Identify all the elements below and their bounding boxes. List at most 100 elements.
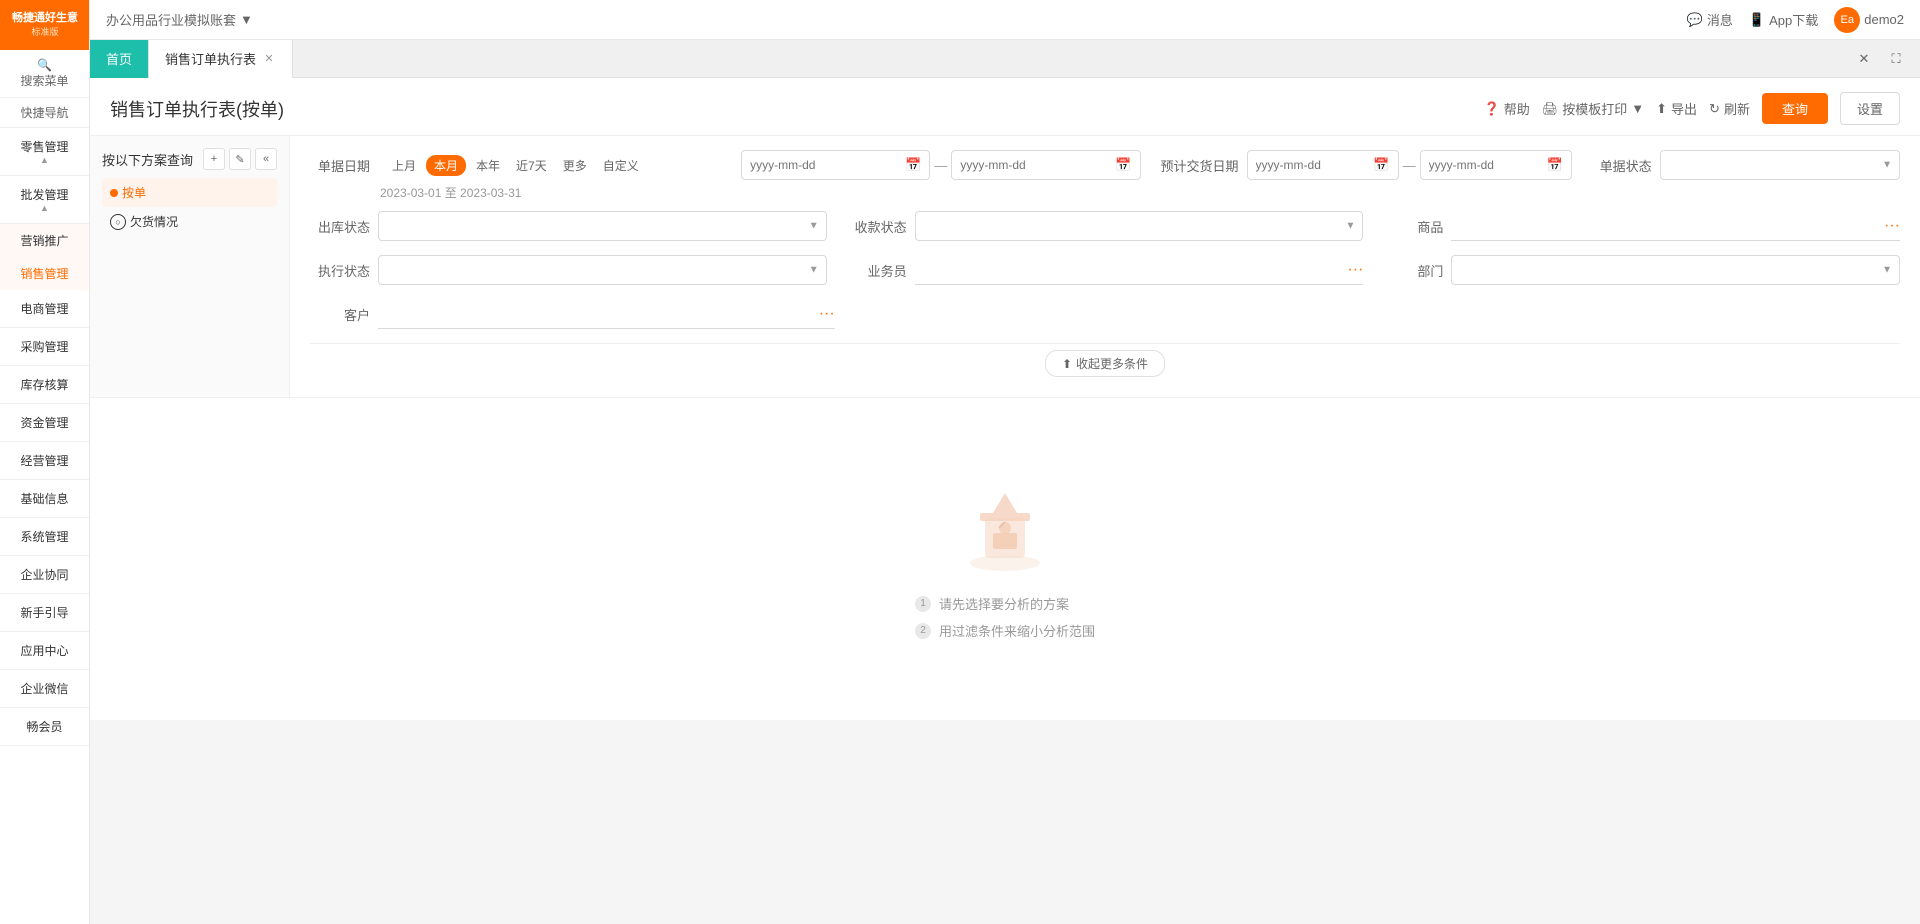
date-end-input[interactable]: 📅 xyxy=(951,150,1140,180)
sidebar-quick-nav[interactable]: 快捷导航 xyxy=(0,98,89,128)
filter-scheme-item-owegoods[interactable]: ○ 欠货情况 xyxy=(102,207,277,236)
collapse-scheme-button[interactable]: « xyxy=(255,148,277,170)
date-tab-lastmonth[interactable]: 上月 xyxy=(386,155,422,176)
filter-field-expected-date: 预计交货日期 📅 — 📅 xyxy=(1161,150,1572,180)
filter-field-out-status: 出库状态 ▼ xyxy=(310,211,827,241)
sidebar-item-enterprise[interactable]: 企业协同 xyxy=(0,556,89,594)
date-start-input[interactable]: 📅 xyxy=(741,150,930,180)
sidebar-item-inventory[interactable]: 库存核算 xyxy=(0,366,89,404)
user-profile[interactable]: Ea demo2 xyxy=(1834,7,1904,33)
single-status-select[interactable] xyxy=(1660,150,1900,180)
content-inner: 销售订单执行表(按单) ❓ 帮助 🖨 按模板打印 ▼ ⬆ 导出 xyxy=(90,78,1920,720)
sidebar-item-newbie[interactable]: 新手引导 xyxy=(0,594,89,632)
salesperson-dots-button[interactable]: ··· xyxy=(1347,261,1363,279)
refresh-button[interactable]: ↻ 刷新 xyxy=(1709,99,1750,118)
sidebar-item-marketing[interactable]: 营销推广 xyxy=(0,224,89,257)
print-button[interactable]: 🖨 按模板打印 ▼ xyxy=(1542,99,1644,118)
sidebar-item-wechat[interactable]: 企业微信 xyxy=(0,670,89,708)
exec-status-select[interactable] xyxy=(378,255,827,285)
goods-label: 商品 xyxy=(1383,217,1443,236)
sidebar-item-wholesale[interactable]: 批发管理 ▲ xyxy=(0,176,89,224)
content-area: 销售订单执行表(按单) ❓ 帮助 🖨 按模板打印 ▼ ⬆ 导出 xyxy=(90,78,1920,924)
empty-illustration xyxy=(955,478,1055,578)
app-download-button[interactable]: 📱 App下载 xyxy=(1749,10,1818,29)
sidebar-item-operations[interactable]: 经营管理 xyxy=(0,442,89,480)
collapse-up-icon: ⬆ xyxy=(1062,357,1072,371)
sidebar-item-label: 库存核算 xyxy=(20,378,68,392)
scheme-label: 欠货情况 xyxy=(130,213,178,230)
date-tab-last7[interactable]: 近7天 xyxy=(510,155,553,176)
filter-field-exec-status: 执行状态 ▼ xyxy=(310,255,827,285)
filter-scheme-label: 按以下方案查询 xyxy=(102,150,193,169)
filter-area: 按以下方案查询 + ✎ « 按单 ○ 欠货情况 xyxy=(90,136,1920,398)
export-icon: ⬆ xyxy=(1656,101,1667,117)
date-tab-more[interactable]: 更多 xyxy=(557,155,593,176)
date-end-field[interactable] xyxy=(960,158,1111,172)
salesperson-label: 业务员 xyxy=(847,261,907,280)
date-tab-thismonth[interactable]: 本月 xyxy=(426,155,466,176)
sidebar-item-label: 批发管理 xyxy=(20,186,68,203)
sidebar-item-label: 资金管理 xyxy=(20,416,68,430)
edit-scheme-button[interactable]: ✎ xyxy=(229,148,251,170)
filter-left-icons: + ✎ « xyxy=(203,148,277,170)
filter-field-collect-status: 收款状态 ▼ xyxy=(847,211,1364,241)
tab-close-all-button[interactable]: ✕ xyxy=(1852,47,1876,71)
sidebar-item-finance[interactable]: 资金管理 xyxy=(0,404,89,442)
filter-row-3: 执行状态 ▼ 业务员 ··· xyxy=(310,255,1900,285)
collect-status-select[interactable] xyxy=(915,211,1364,241)
sidebar-item-sales[interactable]: 销售管理 xyxy=(0,257,89,290)
sidebar-item-appstore[interactable]: 应用中心 xyxy=(0,632,89,670)
tab-sales-order[interactable]: 销售订单执行表 ✕ xyxy=(149,40,293,78)
tab-close-icon[interactable]: ✕ xyxy=(262,52,276,66)
filter-collapse-area: ⬆ 收起更多条件 xyxy=(310,343,1900,383)
calendar-expected-end-icon: 📅 xyxy=(1546,157,1562,173)
sidebar-item-system[interactable]: 系统管理 xyxy=(0,518,89,556)
sidebar-item-label: 应用中心 xyxy=(20,644,68,658)
sidebar-item-retail[interactable]: 零售管理 ▲ xyxy=(0,128,89,176)
help-button[interactable]: ❓ 帮助 xyxy=(1484,99,1530,118)
sidebar-item-basic[interactable]: 基础信息 xyxy=(0,480,89,518)
message-label: 消息 xyxy=(1707,10,1733,29)
sidebar-item-purchase[interactable]: 采购管理 xyxy=(0,328,89,366)
export-button[interactable]: ⬆ 导出 xyxy=(1656,99,1697,118)
sidebar-search[interactable]: 🔍 搜索菜单 xyxy=(0,50,89,98)
message-icon: 💬 xyxy=(1687,12,1703,28)
message-button[interactable]: 💬 消息 xyxy=(1687,10,1733,29)
search-button[interactable]: 查询 xyxy=(1762,93,1828,124)
scheme-label: 按单 xyxy=(122,184,146,201)
date-start-field[interactable] xyxy=(750,158,901,172)
department-select[interactable] xyxy=(1451,255,1900,285)
empty-state: 1 请先选择要分析的方案 2 用过滤条件来缩小分析范围 xyxy=(90,398,1920,720)
expected-date-end-field[interactable] xyxy=(1429,158,1543,172)
active-dot-icon xyxy=(110,189,118,197)
filter-left-panel: 按以下方案查询 + ✎ « 按单 ○ 欠货情况 xyxy=(90,136,290,397)
filter-field-date: 单据日期 上月 本月 本年 近7天 更多 自定义 xyxy=(310,155,721,176)
circle-icon: ○ xyxy=(110,214,126,230)
department-label: 部门 xyxy=(1383,261,1443,280)
customer-dots-button[interactable]: ··· xyxy=(819,305,835,323)
sidebar-item-label: 畅会员 xyxy=(26,720,62,734)
sidebar-item-label: 新手引导 xyxy=(20,606,68,620)
filter-field-department: 部门 ▼ xyxy=(1383,255,1900,285)
expected-date-start-field[interactable] xyxy=(1256,158,1370,172)
date-tab-thisyear[interactable]: 本年 xyxy=(470,155,506,176)
tab-expand-button[interactable]: ⛶ xyxy=(1884,47,1908,71)
empty-tip-1: 1 请先选择要分析的方案 xyxy=(915,594,1095,613)
out-status-select[interactable] xyxy=(378,211,827,241)
app-title-dropdown[interactable]: 办公用品行业模拟账套 ▼ xyxy=(106,10,253,29)
settings-button[interactable]: 设置 xyxy=(1840,92,1900,125)
goods-dots-button[interactable]: ··· xyxy=(1884,217,1900,235)
sidebar-item-member[interactable]: 畅会员 xyxy=(0,708,89,746)
filter-scheme-item-byorder[interactable]: 按单 xyxy=(102,178,277,207)
tip-2-text: 用过滤条件来缩小分析范围 xyxy=(939,621,1095,640)
tab-home[interactable]: 首页 xyxy=(90,40,149,78)
tip-num-1: 1 xyxy=(915,596,931,612)
close-all-icon: ✕ xyxy=(1859,51,1870,67)
filter-field-single-status: 单据状态 ▼ xyxy=(1592,150,1900,180)
collapse-filter-button[interactable]: ⬆ 收起更多条件 xyxy=(1045,350,1165,377)
sidebar-logo: 畅捷通好生意 标准版 xyxy=(0,0,90,50)
print-label: 按模板打印 xyxy=(1562,99,1627,118)
date-tab-custom[interactable]: 自定义 xyxy=(597,155,645,176)
add-scheme-button[interactable]: + xyxy=(203,148,225,170)
sidebar-item-ecommerce[interactable]: 电商管理 xyxy=(0,290,89,328)
